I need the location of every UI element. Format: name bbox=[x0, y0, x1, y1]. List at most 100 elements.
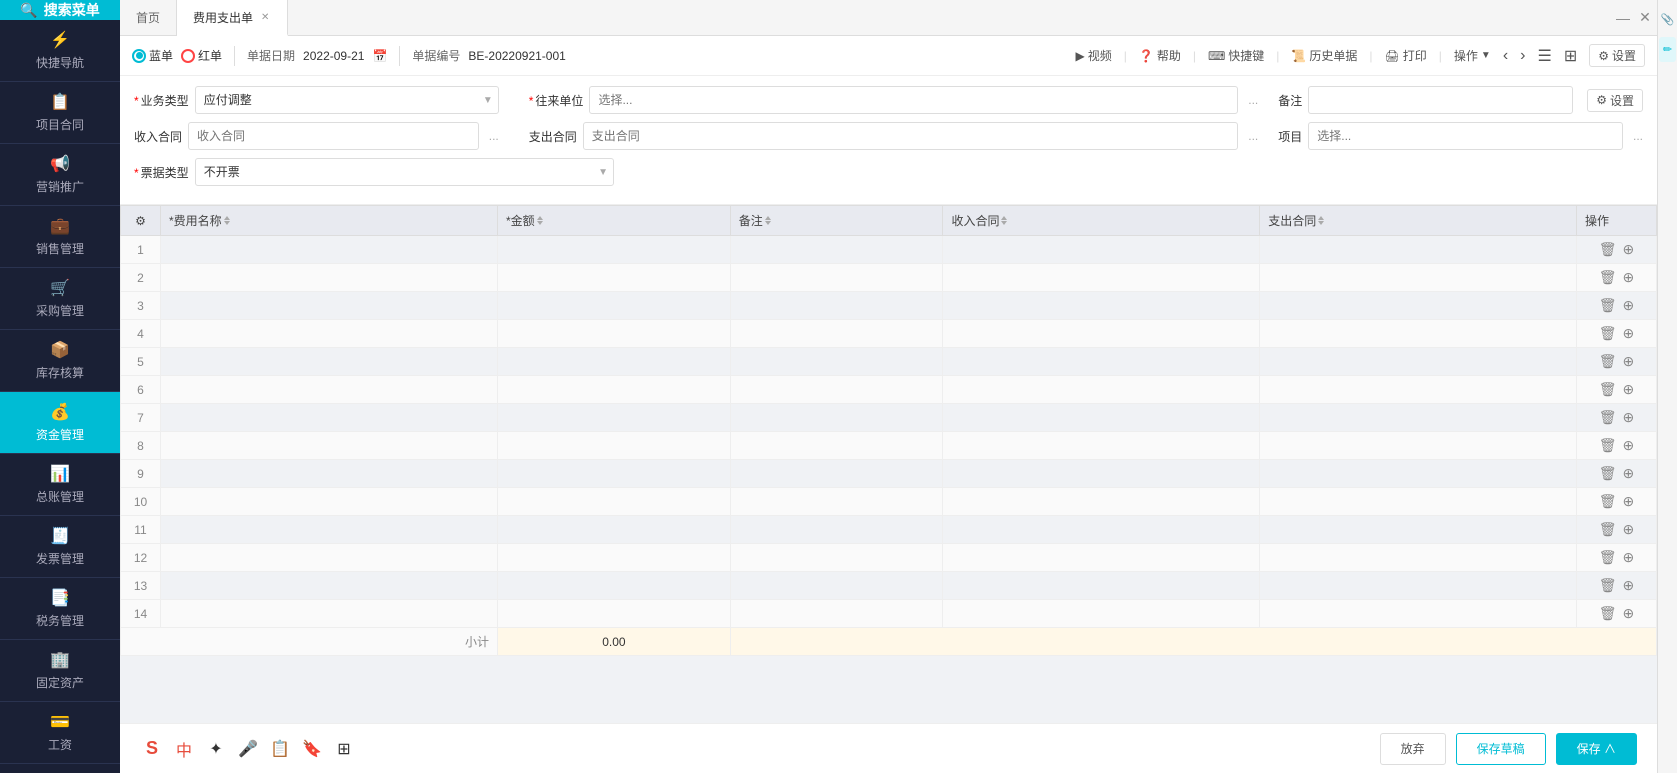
sidebar-item-fixed-assets[interactable]: 🏢 固定资产 bbox=[0, 640, 120, 702]
shortcuts-action[interactable]: ⌨ 快捷键 bbox=[1208, 47, 1264, 64]
tab-close-icon[interactable]: ✕ bbox=[259, 10, 271, 25]
expense-name-cell-11[interactable] bbox=[161, 516, 498, 544]
expense-contract-cell-9[interactable] bbox=[1260, 460, 1577, 488]
amount-cell-7[interactable] bbox=[497, 404, 730, 432]
tool-icon-1[interactable]: S bbox=[140, 737, 164, 761]
copy-row-btn-12[interactable]: ⊕ bbox=[1623, 549, 1635, 566]
note-input[interactable] bbox=[1308, 86, 1573, 114]
settings-button[interactable]: ⚙ 设置 bbox=[1589, 44, 1645, 67]
note-cell-11[interactable] bbox=[730, 516, 943, 544]
counterpart-input[interactable] bbox=[589, 86, 1238, 114]
income-contract-cell-5[interactable] bbox=[943, 348, 1260, 376]
note-cell-5[interactable] bbox=[730, 348, 943, 376]
copy-row-btn-4[interactable]: ⊕ bbox=[1623, 325, 1635, 342]
income-contract-cell-4[interactable] bbox=[943, 320, 1260, 348]
copy-row-btn-13[interactable]: ⊕ bbox=[1623, 577, 1635, 594]
note-settings-btn[interactable]: ⚙ 设置 bbox=[1587, 89, 1643, 112]
tool-icon-5[interactable]: 📋 bbox=[268, 737, 292, 761]
income-contract-cell-14[interactable] bbox=[943, 600, 1260, 628]
delete-row-btn-6[interactable]: 🗑 bbox=[1599, 381, 1617, 398]
copy-row-btn-8[interactable]: ⊕ bbox=[1623, 437, 1635, 454]
amount-cell-2[interactable] bbox=[497, 264, 730, 292]
delete-row-btn-5[interactable]: 🗑 bbox=[1599, 353, 1617, 370]
note-cell-3[interactable] bbox=[730, 292, 943, 320]
copy-row-btn-14[interactable]: ⊕ bbox=[1623, 605, 1635, 622]
sidebar-item-quick-nav[interactable]: ⚡ 快捷导航 bbox=[0, 20, 120, 82]
view-grid-btn[interactable]: ⊞ bbox=[1564, 46, 1577, 66]
income-contract-cell-8[interactable] bbox=[943, 432, 1260, 460]
expense-sort-icon[interactable] bbox=[224, 216, 230, 225]
amount-cell-10[interactable] bbox=[497, 488, 730, 516]
expense-contract-ellipsis[interactable]: ... bbox=[1248, 129, 1258, 143]
income-contract-cell-3[interactable] bbox=[943, 292, 1260, 320]
col-settings[interactable]: ⚙ bbox=[121, 206, 161, 236]
expense-contract-sort-icon[interactable] bbox=[1318, 216, 1324, 225]
note-cell-12[interactable] bbox=[730, 544, 943, 572]
delete-row-btn-7[interactable]: 🗑 bbox=[1599, 409, 1617, 426]
expense-contract-input[interactable] bbox=[583, 122, 1238, 150]
income-contract-ellipsis[interactable]: ... bbox=[489, 129, 499, 143]
help-action[interactable]: ❓ 帮助 bbox=[1139, 47, 1181, 64]
amount-cell-13[interactable] bbox=[497, 572, 730, 600]
note-cell-8[interactable] bbox=[730, 432, 943, 460]
tab-expense[interactable]: 费用支出单 ✕ bbox=[177, 0, 288, 36]
note-cell-14[interactable] bbox=[730, 600, 943, 628]
sidebar-header[interactable]: 🔍 搜索菜单 bbox=[0, 0, 120, 20]
expense-name-cell-5[interactable] bbox=[161, 348, 498, 376]
income-contract-input[interactable] bbox=[188, 122, 479, 150]
amount-cell-5[interactable] bbox=[497, 348, 730, 376]
sidebar-item-payroll[interactable]: 💳 工资 bbox=[0, 702, 120, 764]
copy-row-btn-7[interactable]: ⊕ bbox=[1623, 409, 1635, 426]
amount-cell-6[interactable] bbox=[497, 376, 730, 404]
expense-name-cell-13[interactable] bbox=[161, 572, 498, 600]
history-action[interactable]: 📜 历史单据 bbox=[1291, 47, 1357, 64]
note-cell-6[interactable] bbox=[730, 376, 943, 404]
copy-row-btn-9[interactable]: ⊕ bbox=[1623, 465, 1635, 482]
income-contract-cell-7[interactable] bbox=[943, 404, 1260, 432]
expense-contract-cell-2[interactable] bbox=[1260, 264, 1577, 292]
amount-sort-icon[interactable] bbox=[537, 216, 543, 225]
tool-icon-7[interactable]: ⊞ bbox=[332, 737, 356, 761]
expense-name-cell-1[interactable] bbox=[161, 236, 498, 264]
income-contract-cell-2[interactable] bbox=[943, 264, 1260, 292]
sidebar-item-marketing[interactable]: 📢 营销推广 bbox=[0, 144, 120, 206]
expense-name-cell-7[interactable] bbox=[161, 404, 498, 432]
amount-cell-3[interactable] bbox=[497, 292, 730, 320]
expense-contract-cell-10[interactable] bbox=[1260, 488, 1577, 516]
sidebar-item-project-contract[interactable]: 📋 项目合同 bbox=[0, 82, 120, 144]
income-contract-cell-13[interactable] bbox=[943, 572, 1260, 600]
delete-row-btn-12[interactable]: 🗑 bbox=[1599, 549, 1617, 566]
income-contract-cell-9[interactable] bbox=[943, 460, 1260, 488]
operate-action[interactable]: 操作 ▼ bbox=[1454, 47, 1491, 64]
delete-row-btn-14[interactable]: 🗑 bbox=[1599, 605, 1617, 622]
project-ellipsis[interactable]: ... bbox=[1633, 129, 1643, 143]
note-cell-7[interactable] bbox=[730, 404, 943, 432]
note-cell-4[interactable] bbox=[730, 320, 943, 348]
right-panel-icon-2[interactable]: ✏ bbox=[1659, 37, 1676, 62]
expense-contract-cell-5[interactable] bbox=[1260, 348, 1577, 376]
tool-icon-3[interactable]: ✦ bbox=[204, 737, 228, 761]
sidebar-item-accounting[interactable]: 📊 总账管理 bbox=[0, 454, 120, 516]
expense-contract-cell-13[interactable] bbox=[1260, 572, 1577, 600]
radio-red[interactable]: 红单 bbox=[181, 47, 222, 64]
save-draft-button[interactable]: 保存草稿 bbox=[1456, 733, 1546, 765]
expense-contract-cell-3[interactable] bbox=[1260, 292, 1577, 320]
expense-contract-cell-12[interactable] bbox=[1260, 544, 1577, 572]
note-cell-2[interactable] bbox=[730, 264, 943, 292]
delete-row-btn-3[interactable]: 🗑 bbox=[1599, 297, 1617, 314]
delete-row-btn-13[interactable]: 🗑 bbox=[1599, 577, 1617, 594]
copy-row-btn-1[interactable]: ⊕ bbox=[1623, 241, 1635, 258]
tool-icon-6[interactable]: 🔖 bbox=[300, 737, 324, 761]
view-list-btn[interactable]: ☰ bbox=[1537, 46, 1551, 66]
delete-row-btn-9[interactable]: 🗑 bbox=[1599, 465, 1617, 482]
sidebar-item-capital[interactable]: 💰 资金管理 bbox=[0, 392, 120, 454]
sidebar-item-tax[interactable]: 📑 税务管理 bbox=[0, 578, 120, 640]
expense-name-cell-14[interactable] bbox=[161, 600, 498, 628]
sidebar-item-sales[interactable]: 💼 销售管理 bbox=[0, 206, 120, 268]
delete-row-btn-10[interactable]: 🗑 bbox=[1599, 493, 1617, 510]
copy-row-btn-3[interactable]: ⊕ bbox=[1623, 297, 1635, 314]
expense-name-cell-4[interactable] bbox=[161, 320, 498, 348]
nav-next-btn[interactable]: › bbox=[1520, 47, 1525, 65]
sidebar-item-inventory[interactable]: 📦 库存核算 bbox=[0, 330, 120, 392]
expense-contract-cell-14[interactable] bbox=[1260, 600, 1577, 628]
